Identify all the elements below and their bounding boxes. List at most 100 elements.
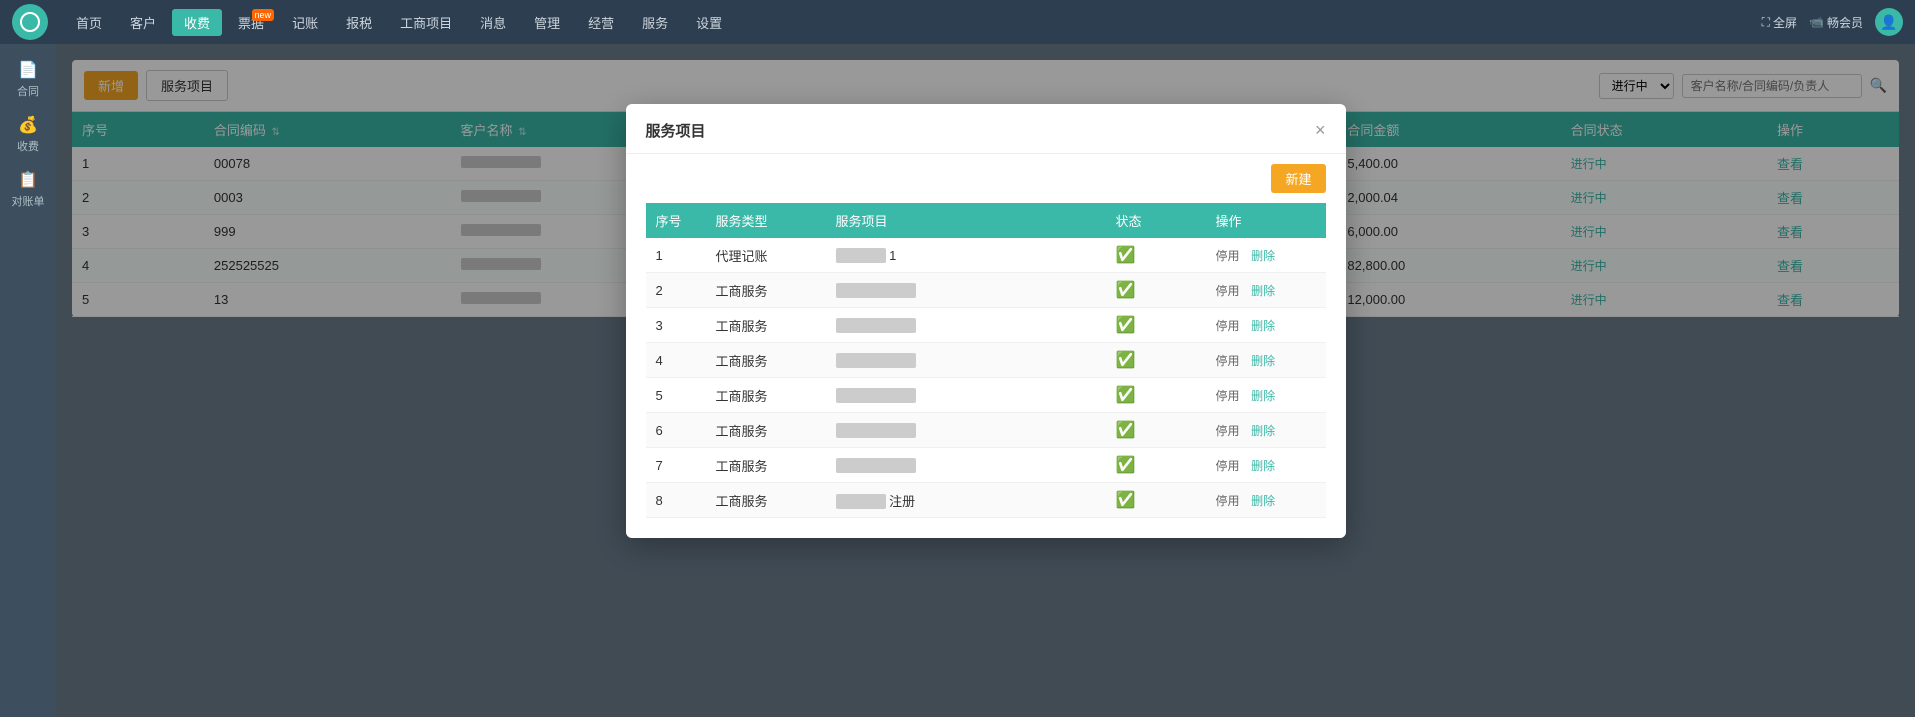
status-active-icon: ✅ xyxy=(1116,387,1136,404)
delete-button[interactable]: 删除 xyxy=(1251,459,1275,473)
member-label[interactable]: 📹 畅会员 xyxy=(1809,14,1863,31)
status-active-icon: ✅ xyxy=(1116,282,1136,299)
nav-item-收费[interactable]: 收费 xyxy=(172,9,222,36)
delete-button[interactable]: 删除 xyxy=(1251,494,1275,508)
nav-item-记账[interactable]: 记账 xyxy=(280,9,330,36)
modal-cell-item xyxy=(826,343,1106,378)
logo xyxy=(12,4,48,40)
stop-button[interactable]: 停用 xyxy=(1216,459,1240,473)
modal-body: 序号 服务类型 服务项目 状态 操作 1 代理记账 1 ✅ 停用 删除 2 工商… xyxy=(626,203,1346,538)
modal-cell-seq: 6 xyxy=(646,413,706,448)
nav-item-消息[interactable]: 消息 xyxy=(468,9,518,36)
delete-button[interactable]: 删除 xyxy=(1251,424,1275,438)
modal-cell-item xyxy=(826,273,1106,308)
modal-cell-type: 工商服务 xyxy=(706,273,826,308)
sidebar-label-合同: 合同 xyxy=(17,83,39,99)
modal-cell-seq: 3 xyxy=(646,308,706,343)
sidebar-icon-对账单: 📋 xyxy=(18,170,38,190)
nav-item-服务[interactable]: 服务 xyxy=(630,9,680,36)
modal-col-seq: 序号 xyxy=(646,203,706,238)
modal-cell-type: 工商服务 xyxy=(706,413,826,448)
modal-table-row: 3 工商服务 ✅ 停用 删除 xyxy=(646,308,1326,343)
modal-cell-type: 工商服务 xyxy=(706,343,826,378)
modal-cell-item: 注册 xyxy=(826,483,1106,518)
status-active-icon: ✅ xyxy=(1116,492,1136,509)
nav-item-报税[interactable]: 报税 xyxy=(334,9,384,36)
modal-table-body: 1 代理记账 1 ✅ 停用 删除 2 工商服务 ✅ 停用 删除 3 工商服务 ✅… xyxy=(646,238,1326,518)
modal-cell-item xyxy=(826,308,1106,343)
delete-button[interactable]: 删除 xyxy=(1251,319,1275,333)
modal-cell-item xyxy=(826,448,1106,483)
nav-item-票据[interactable]: 票据new xyxy=(226,9,276,36)
modal-header: 服务项目 × xyxy=(626,104,1346,154)
modal-table-row: 8 工商服务 注册 ✅ 停用 删除 xyxy=(646,483,1326,518)
modal-table-row: 7 工商服务 ✅ 停用 删除 xyxy=(646,448,1326,483)
top-navigation: 首页客户收费票据new记账报税工商项目消息管理经营服务设置 ⛶ 全屏 📹 畅会员… xyxy=(0,0,1915,44)
delete-button[interactable]: 删除 xyxy=(1251,354,1275,368)
sidebar-label-收费: 收费 xyxy=(17,138,39,154)
sidebar-item-对账单[interactable]: 📋 对账单 xyxy=(0,162,56,217)
fullscreen-label[interactable]: ⛶ 全屏 xyxy=(1762,14,1797,31)
modal-cell-seq: 7 xyxy=(646,448,706,483)
modal-cell-seq: 1 xyxy=(646,238,706,273)
modal-table-row: 5 工商服务 ✅ 停用 删除 xyxy=(646,378,1326,413)
status-active-icon: ✅ xyxy=(1116,247,1136,264)
modal-table-row: 4 工商服务 ✅ 停用 删除 xyxy=(646,343,1326,378)
modal-cell-ops: 停用 删除 xyxy=(1206,448,1326,483)
stop-button[interactable]: 停用 xyxy=(1216,424,1240,438)
nav-item-工商项目[interactable]: 工商项目 xyxy=(388,9,464,36)
stop-button[interactable]: 停用 xyxy=(1216,354,1240,368)
stop-button[interactable]: 停用 xyxy=(1216,284,1240,298)
modal-cell-seq: 8 xyxy=(646,483,706,518)
modal-cell-status: ✅ xyxy=(1106,308,1206,343)
nav-item-管理[interactable]: 管理 xyxy=(522,9,572,36)
modal-cell-status: ✅ xyxy=(1106,343,1206,378)
sidebar-icon-合同: 📄 xyxy=(18,60,38,80)
sidebar-item-收费[interactable]: 💰 收费 xyxy=(0,107,56,162)
modal-cell-status: ✅ xyxy=(1106,448,1206,483)
modal-new-button[interactable]: 新建 xyxy=(1271,164,1325,193)
delete-button[interactable]: 删除 xyxy=(1251,284,1275,298)
modal-col-type: 服务类型 xyxy=(706,203,826,238)
stop-button[interactable]: 停用 xyxy=(1216,319,1240,333)
modal-cell-item xyxy=(826,413,1106,448)
logo-icon xyxy=(20,12,40,32)
modal-cell-ops: 停用 删除 xyxy=(1206,378,1326,413)
nav-item-首页[interactable]: 首页 xyxy=(64,9,114,36)
modal-cell-type: 代理记账 xyxy=(706,238,826,273)
delete-button[interactable]: 删除 xyxy=(1251,389,1275,403)
modal-cell-type: 工商服务 xyxy=(706,308,826,343)
member-icon: 📹 xyxy=(1809,15,1824,29)
status-active-icon: ✅ xyxy=(1116,457,1136,474)
status-active-icon: ✅ xyxy=(1116,317,1136,334)
user-avatar[interactable]: 👤 xyxy=(1875,8,1903,36)
modal-cell-item: 1 xyxy=(826,238,1106,273)
delete-button[interactable]: 删除 xyxy=(1251,249,1275,263)
stop-button[interactable]: 停用 xyxy=(1216,494,1240,508)
stop-button[interactable]: 停用 xyxy=(1216,249,1240,263)
nav-item-客户[interactable]: 客户 xyxy=(118,9,168,36)
modal-cell-seq: 4 xyxy=(646,343,706,378)
modal-close-button[interactable]: × xyxy=(1315,120,1326,141)
modal-table-row: 1 代理记账 1 ✅ 停用 删除 xyxy=(646,238,1326,273)
modal-cell-type: 工商服务 xyxy=(706,448,826,483)
modal-cell-status: ✅ xyxy=(1106,238,1206,273)
modal-cell-ops: 停用 删除 xyxy=(1206,273,1326,308)
modal-col-status: 状态 xyxy=(1106,203,1206,238)
modal-overlay[interactable]: 服务项目 × 新建 序号 服务类型 服务项目 状态 操作 1 代理记账 xyxy=(56,44,1915,717)
nav-items: 首页客户收费票据new记账报税工商项目消息管理经营服务设置 xyxy=(64,9,1762,36)
modal-cell-seq: 5 xyxy=(646,378,706,413)
stop-button[interactable]: 停用 xyxy=(1216,389,1240,403)
nav-badge-票据: new xyxy=(252,9,275,21)
sidebar-label-对账单: 对账单 xyxy=(12,193,45,209)
modal-toolbar: 新建 xyxy=(626,154,1346,203)
modal-col-ops: 操作 xyxy=(1206,203,1326,238)
sidebar-icon-收费: 💰 xyxy=(18,115,38,135)
sidebar-item-合同[interactable]: 📄 合同 xyxy=(0,52,56,107)
modal-cell-status: ✅ xyxy=(1106,378,1206,413)
nav-item-设置[interactable]: 设置 xyxy=(684,9,734,36)
modal-cell-ops: 停用 删除 xyxy=(1206,413,1326,448)
nav-item-经营[interactable]: 经营 xyxy=(576,9,626,36)
modal-cell-type: 工商服务 xyxy=(706,378,826,413)
modal-table-row: 6 工商服务 ✅ 停用 删除 xyxy=(646,413,1326,448)
